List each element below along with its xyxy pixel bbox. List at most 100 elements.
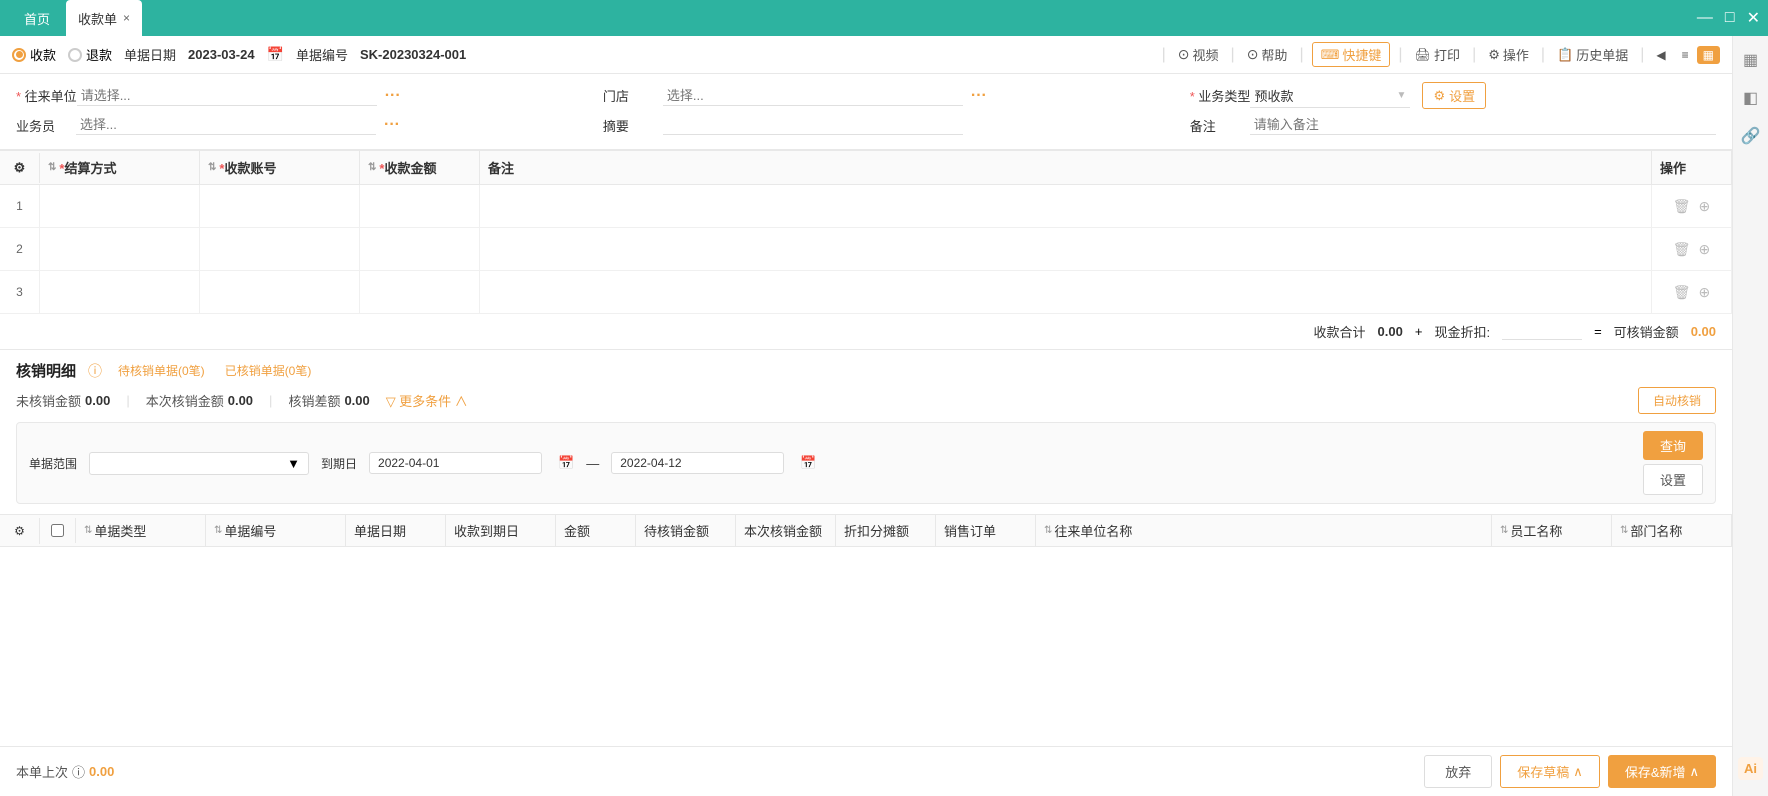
equals-sign: =: [1594, 324, 1602, 339]
form-row-2: 业务员 ··· 摘要 备注: [16, 115, 1716, 135]
row-amount-1[interactable]: [360, 185, 480, 227]
filter-date-from[interactable]: [369, 452, 542, 474]
radio-tuikuan[interactable]: 退款: [68, 45, 112, 64]
business-type-select[interactable]: 预收款 ▼: [1250, 84, 1410, 108]
row-account-2[interactable]: [200, 228, 360, 270]
unverified-value: 0.00: [85, 393, 110, 408]
delete-icon-1[interactable]: 🗑: [1673, 198, 1691, 215]
btn-video[interactable]: ⊙ 视频: [1174, 43, 1223, 66]
window-close[interactable]: ✕: [1747, 8, 1760, 28]
bth-partner: ⇅ 往来单位名称: [1036, 515, 1492, 546]
copy-icon-1[interactable]: ⊕: [1699, 198, 1711, 215]
footer-row: 本单上次 ⓘ 0.00 放弃 保存草稿 ∧ 保存&新增 ∧: [0, 746, 1732, 796]
last-value: 0.00: [89, 764, 114, 779]
field-store: 门店 ···: [603, 86, 1182, 106]
partner-dots[interactable]: ···: [385, 87, 401, 105]
tab-bar-right: — □ ✕: [1697, 8, 1760, 28]
select-all-checkbox[interactable]: [51, 524, 64, 537]
sidebar-layout-icon[interactable]: ◧: [1737, 82, 1764, 114]
sidebar-link-icon[interactable]: 🔗: [1735, 120, 1767, 152]
unverified-label: 未核销金额: [16, 391, 81, 410]
tab-close[interactable]: ×: [123, 11, 130, 25]
settings-button[interactable]: ⚙ 设置: [1422, 82, 1486, 109]
bth-gear[interactable]: ⚙: [0, 518, 40, 544]
window-maximize[interactable]: □: [1725, 8, 1735, 28]
tab-done[interactable]: 已核销单据(0笔): [221, 360, 316, 381]
abstract-input[interactable]: [663, 115, 963, 135]
auto-verify-btn[interactable]: 自动核销: [1638, 387, 1716, 414]
partner-input[interactable]: [77, 86, 377, 106]
copy-icon-3[interactable]: ⊕: [1699, 284, 1711, 301]
bth-discount: 折扣分摊额: [836, 515, 936, 546]
row-jiesuan-1[interactable]: [40, 185, 200, 227]
save-new-button[interactable]: 保存&新增 ∧: [1608, 755, 1716, 788]
filter-setting-btn[interactable]: 设置: [1643, 464, 1703, 495]
btn-prev[interactable]: ◀: [1652, 46, 1669, 64]
verify-stats-row: 未核销金额 0.00 | 本次核销金额 0.00 | 核销差额 0.00: [16, 387, 1716, 414]
summary-row: 收款合计 0.00 + 现金折扣: = 可核销金额 0.00: [0, 314, 1732, 350]
salesperson-label: 业务员: [16, 116, 76, 135]
btn-help[interactable]: ⊙ 帮助: [1243, 43, 1292, 66]
filter-icon: ▽: [386, 394, 396, 409]
bth-checkbox[interactable]: [40, 518, 76, 543]
th-gear[interactable]: ⚙: [0, 153, 40, 183]
verify-info-icon[interactable]: ⓘ: [88, 361, 102, 381]
radio-group: 收款 退款: [12, 45, 112, 64]
btn-list-view[interactable]: ≡: [1678, 46, 1693, 64]
abandon-button[interactable]: 放弃: [1424, 755, 1492, 788]
radio-shoukuan[interactable]: 收款: [12, 45, 56, 64]
tab-receipt[interactable]: 收款单 ×: [66, 0, 142, 36]
th-remark-label: 备注: [488, 158, 514, 177]
discount-input[interactable]: [1502, 324, 1582, 340]
btn-print[interactable]: 🖨 打印: [1411, 43, 1465, 66]
store-input[interactable]: [663, 86, 963, 106]
tab-home[interactable]: 首页: [8, 0, 66, 36]
date-calendar-icon[interactable]: 📅: [267, 46, 284, 63]
row-amount-3[interactable]: [360, 271, 480, 313]
info-icon[interactable]: ⓘ: [72, 762, 85, 781]
btn-grid-view[interactable]: ▦: [1697, 46, 1720, 64]
query-btn[interactable]: 查询: [1643, 431, 1703, 460]
sidebar-table-icon[interactable]: ▦: [1737, 44, 1764, 76]
delete-icon-2[interactable]: 🗑: [1673, 241, 1691, 258]
btn-shortcut[interactable]: ⌨ 快捷键: [1312, 42, 1391, 67]
btn-operate[interactable]: ⚙ 操作: [1484, 43, 1533, 66]
filter-range-select[interactable]: ▼: [89, 452, 309, 475]
calendar-to-icon[interactable]: 📅: [800, 455, 816, 471]
row-account-3[interactable]: [200, 271, 360, 313]
store-dots[interactable]: ···: [971, 87, 987, 105]
copy-icon-2[interactable]: ⊕: [1699, 241, 1711, 258]
remark-input[interactable]: [1250, 115, 1716, 135]
row-amount-2[interactable]: [360, 228, 480, 270]
row-action-2: 🗑 ⊕: [1652, 228, 1732, 270]
more-filter-btn[interactable]: ▽ 更多条件 ∧: [386, 391, 468, 410]
window-minimize[interactable]: —: [1697, 8, 1713, 28]
filter-range-label: 单据范围: [29, 455, 77, 472]
salesperson-input[interactable]: [76, 115, 376, 135]
row-jiesuan-2[interactable]: [40, 228, 200, 270]
tab-pending[interactable]: 待核销单据(0笔): [114, 360, 209, 381]
row-jiesuan-3[interactable]: [40, 271, 200, 313]
row-remark-2[interactable]: [480, 228, 1652, 270]
stat-diff: 核销差额 0.00: [288, 391, 369, 410]
save-draft-button[interactable]: 保存草稿 ∧: [1500, 755, 1600, 788]
th-account: ⇅ *收款账号: [200, 151, 360, 184]
diff-value: 0.00: [344, 393, 369, 408]
row-account-1[interactable]: [200, 185, 360, 227]
sidebar-ai-icon[interactable]: Ai: [1738, 757, 1763, 780]
delete-icon-3[interactable]: 🗑: [1673, 284, 1691, 301]
number-value: SK-20230324-001: [360, 47, 466, 62]
row-remark-3[interactable]: [480, 271, 1652, 313]
row-remark-1[interactable]: [480, 185, 1652, 227]
radio-shoukuan-dot: [12, 48, 26, 62]
bth-type: ⇅ 单据类型: [76, 515, 206, 546]
query-setting-btns: 查询 设置: [1643, 431, 1703, 495]
diff-label: 核销差额: [288, 391, 340, 410]
filter-date-to[interactable]: [611, 452, 784, 474]
salesperson-dots[interactable]: ···: [384, 116, 400, 134]
bth-date: 单据日期: [346, 515, 446, 546]
calendar-from-icon[interactable]: 📅: [558, 455, 574, 471]
row-num-2: 2: [0, 228, 40, 270]
field-partner: * 往来单位 ···: [16, 86, 595, 106]
btn-history[interactable]: 📋 历史单据: [1553, 43, 1632, 66]
